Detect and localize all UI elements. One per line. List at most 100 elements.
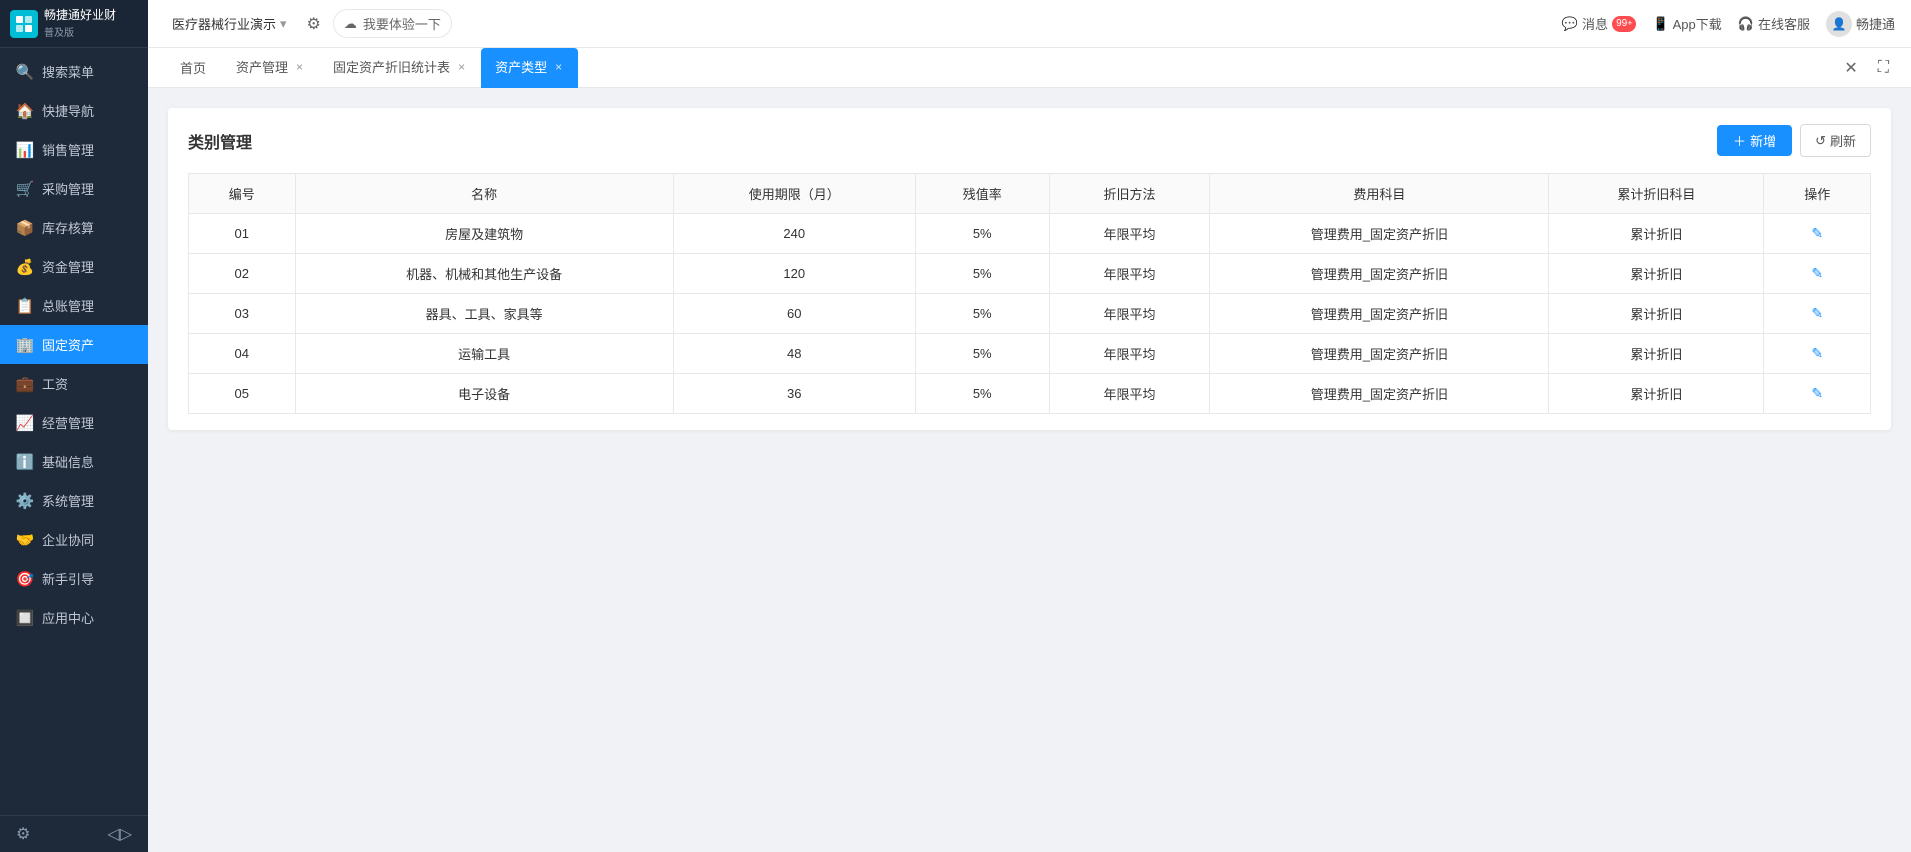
sidebar-logo: 畅捷通好业财 普及版 [0, 0, 148, 48]
cell-period: 240 [673, 214, 915, 254]
company-name: 医疗器械行业演示 [172, 14, 276, 33]
sidebar-item-corpcolab[interactable]: 🤝 企业协同 [0, 520, 148, 559]
content-card: 类别管理 ＋ 新增 ↺ 刷新 编号名称使用期限（月）残值率折旧方法费用科目累计折… [168, 108, 1891, 430]
settings-gear-icon[interactable]: ⚙ [303, 10, 325, 38]
cell-expense[interactable]: 管理费用_固定资产折旧 [1210, 374, 1549, 414]
tab-close-icon[interactable]: × [553, 59, 564, 75]
sidebar-item-label: 采购管理 [42, 179, 94, 198]
cell-method: 年限平均 [1049, 214, 1210, 254]
tab-close-icon[interactable]: × [456, 59, 467, 75]
refresh-icon: ↺ [1815, 133, 1826, 149]
cell-action: ✎ [1764, 254, 1871, 294]
message-icon: 💬 [1562, 16, 1578, 32]
cell-residual: 5% [915, 294, 1049, 334]
refresh-button[interactable]: ↺ 刷新 [1800, 124, 1871, 157]
inventory-icon: 📦 [16, 219, 34, 237]
tabbar: 首页资产管理× 固定资产折旧统计表 × 资产类型 × ✕ ⛶ [148, 48, 1911, 88]
sidebar-item-label: 工资 [42, 374, 68, 393]
edit-icon[interactable]: ✎ [1811, 345, 1823, 361]
settings-icon[interactable]: ⚙ [16, 824, 30, 844]
topbar-right: 💬 消息 99+ 📱 App下载 🎧 在线客服 👤 畅捷通 [1562, 11, 1895, 37]
cell-name: 器具、工具、家具等 [295, 294, 673, 334]
app-download-label: App下载 [1673, 14, 1722, 33]
sidebar-item-inventory[interactable]: 📦 库存核算 [0, 208, 148, 247]
expand-icon[interactable]: ⛶ [1872, 57, 1895, 79]
cell-expense[interactable]: 管理费用_固定资产折旧 [1210, 334, 1549, 374]
sidebar-item-fixedasset[interactable]: 🏢 固定资产 [0, 325, 148, 364]
edit-icon[interactable]: ✎ [1811, 225, 1823, 241]
cell-period: 120 [673, 254, 915, 294]
username-label: 畅捷通 [1856, 14, 1895, 33]
table-col-header: 折旧方法 [1049, 174, 1210, 214]
sidebar-item-sales[interactable]: 📊 销售管理 [0, 130, 148, 169]
sidebar-item-capital[interactable]: 💰 资金管理 [0, 247, 148, 286]
online-service-action[interactable]: 🎧 在线客服 [1738, 14, 1810, 33]
message-action[interactable]: 💬 消息 99+ [1562, 14, 1637, 33]
avatar: 👤 [1826, 11, 1852, 37]
table-row: 04 运输工具 48 5% 年限平均 管理费用_固定资产折旧 累计折旧 ✎ [189, 334, 1871, 374]
basicinfo-icon: ℹ️ [16, 453, 34, 471]
tab-label: 固定资产折旧统计表 [333, 57, 450, 76]
sidebar-item-search[interactable]: 🔍 搜索菜单 [0, 52, 148, 91]
phone-icon: 📱 [1652, 16, 1668, 32]
sidebar-item-appcenter[interactable]: 🔲 应用中心 [0, 598, 148, 637]
content-area: 类别管理 ＋ 新增 ↺ 刷新 编号名称使用期限（月）残值率折旧方法费用科目累计折… [148, 88, 1911, 852]
collapse-icon[interactable]: ◁▷ [107, 824, 132, 844]
dropdown-icon: ▾ [280, 16, 287, 32]
sidebar-item-quicknav[interactable]: 🏠 快捷导航 [0, 91, 148, 130]
cell-accum[interactable]: 累计折旧 [1549, 374, 1764, 414]
company-selector[interactable]: 医疗器械行业演示 ▾ [164, 10, 295, 37]
edit-icon[interactable]: ✎ [1811, 305, 1823, 321]
sidebar-item-sysmanage[interactable]: ⚙️ 系统管理 [0, 481, 148, 520]
experience-button[interactable]: ☁ 我要体验一下 [333, 9, 452, 38]
cell-expense[interactable]: 管理费用_固定资产折旧 [1210, 294, 1549, 334]
cell-id: 03 [189, 294, 296, 334]
user-action[interactable]: 👤 畅捷通 [1826, 11, 1895, 37]
table-row: 05 电子设备 36 5% 年限平均 管理费用_固定资产折旧 累计折旧 ✎ [189, 374, 1871, 414]
sidebar-item-purchase[interactable]: 🛒 采购管理 [0, 169, 148, 208]
sidebar-item-label: 搜索菜单 [42, 62, 94, 81]
sidebar-item-guide[interactable]: 🎯 新手引导 [0, 559, 148, 598]
sidebar-item-operations[interactable]: 📈 经营管理 [0, 403, 148, 442]
cell-accum[interactable]: 累计折旧 [1549, 294, 1764, 334]
cell-expense[interactable]: 管理费用_固定资产折旧 [1210, 214, 1549, 254]
tab-2[interactable]: 固定资产折旧统计表 × [319, 48, 481, 88]
table-row: 01 房屋及建筑物 240 5% 年限平均 管理费用_固定资产折旧 累计折旧 ✎ [189, 214, 1871, 254]
appcenter-icon: 🔲 [16, 609, 34, 627]
payroll-icon: 💼 [16, 375, 34, 393]
cell-residual: 5% [915, 214, 1049, 254]
close-tab-icon[interactable]: ✕ [1838, 56, 1863, 80]
sidebar-item-basicinfo[interactable]: ℹ️ 基础信息 [0, 442, 148, 481]
cell-expense[interactable]: 管理费用_固定资产折旧 [1210, 254, 1549, 294]
table-col-header: 操作 [1764, 174, 1871, 214]
edit-icon[interactable]: ✎ [1811, 385, 1823, 401]
tab-3[interactable]: 资产类型 × [481, 48, 578, 88]
message-label: 消息 [1582, 14, 1608, 33]
new-button[interactable]: ＋ 新增 [1717, 125, 1792, 156]
cell-name: 电子设备 [295, 374, 673, 414]
table-col-header: 使用期限（月） [673, 174, 915, 214]
tab-label: 资产类型 [495, 57, 547, 76]
sidebar-item-label: 快捷导航 [42, 101, 94, 120]
tab-home[interactable]: 首页 [164, 48, 222, 88]
table-col-header: 累计折旧科目 [1549, 174, 1764, 214]
cell-method: 年限平均 [1049, 374, 1210, 414]
sales-icon: 📊 [16, 141, 34, 159]
sidebar-item-label: 企业协同 [42, 530, 94, 549]
sidebar-item-ledger[interactable]: 📋 总账管理 [0, 286, 148, 325]
tab-close-icon[interactable]: × [294, 59, 305, 75]
table-body: 01 房屋及建筑物 240 5% 年限平均 管理费用_固定资产折旧 累计折旧 ✎… [189, 214, 1871, 414]
edit-icon[interactable]: ✎ [1811, 265, 1823, 281]
cell-accum[interactable]: 累计折旧 [1549, 254, 1764, 294]
corpcolab-icon: 🤝 [16, 531, 34, 549]
table-col-header: 残值率 [915, 174, 1049, 214]
cell-name: 房屋及建筑物 [295, 214, 673, 254]
fixedasset-icon: 🏢 [16, 336, 34, 354]
plus-icon: ＋ [1733, 131, 1746, 150]
sidebar-item-payroll[interactable]: 💼 工资 [0, 364, 148, 403]
guide-icon: 🎯 [16, 570, 34, 588]
cell-accum[interactable]: 累计折旧 [1549, 334, 1764, 374]
app-download-action[interactable]: 📱 App下载 [1652, 14, 1721, 33]
cell-accum[interactable]: 累计折旧 [1549, 214, 1764, 254]
tab-1[interactable]: 资产管理× [222, 48, 319, 88]
